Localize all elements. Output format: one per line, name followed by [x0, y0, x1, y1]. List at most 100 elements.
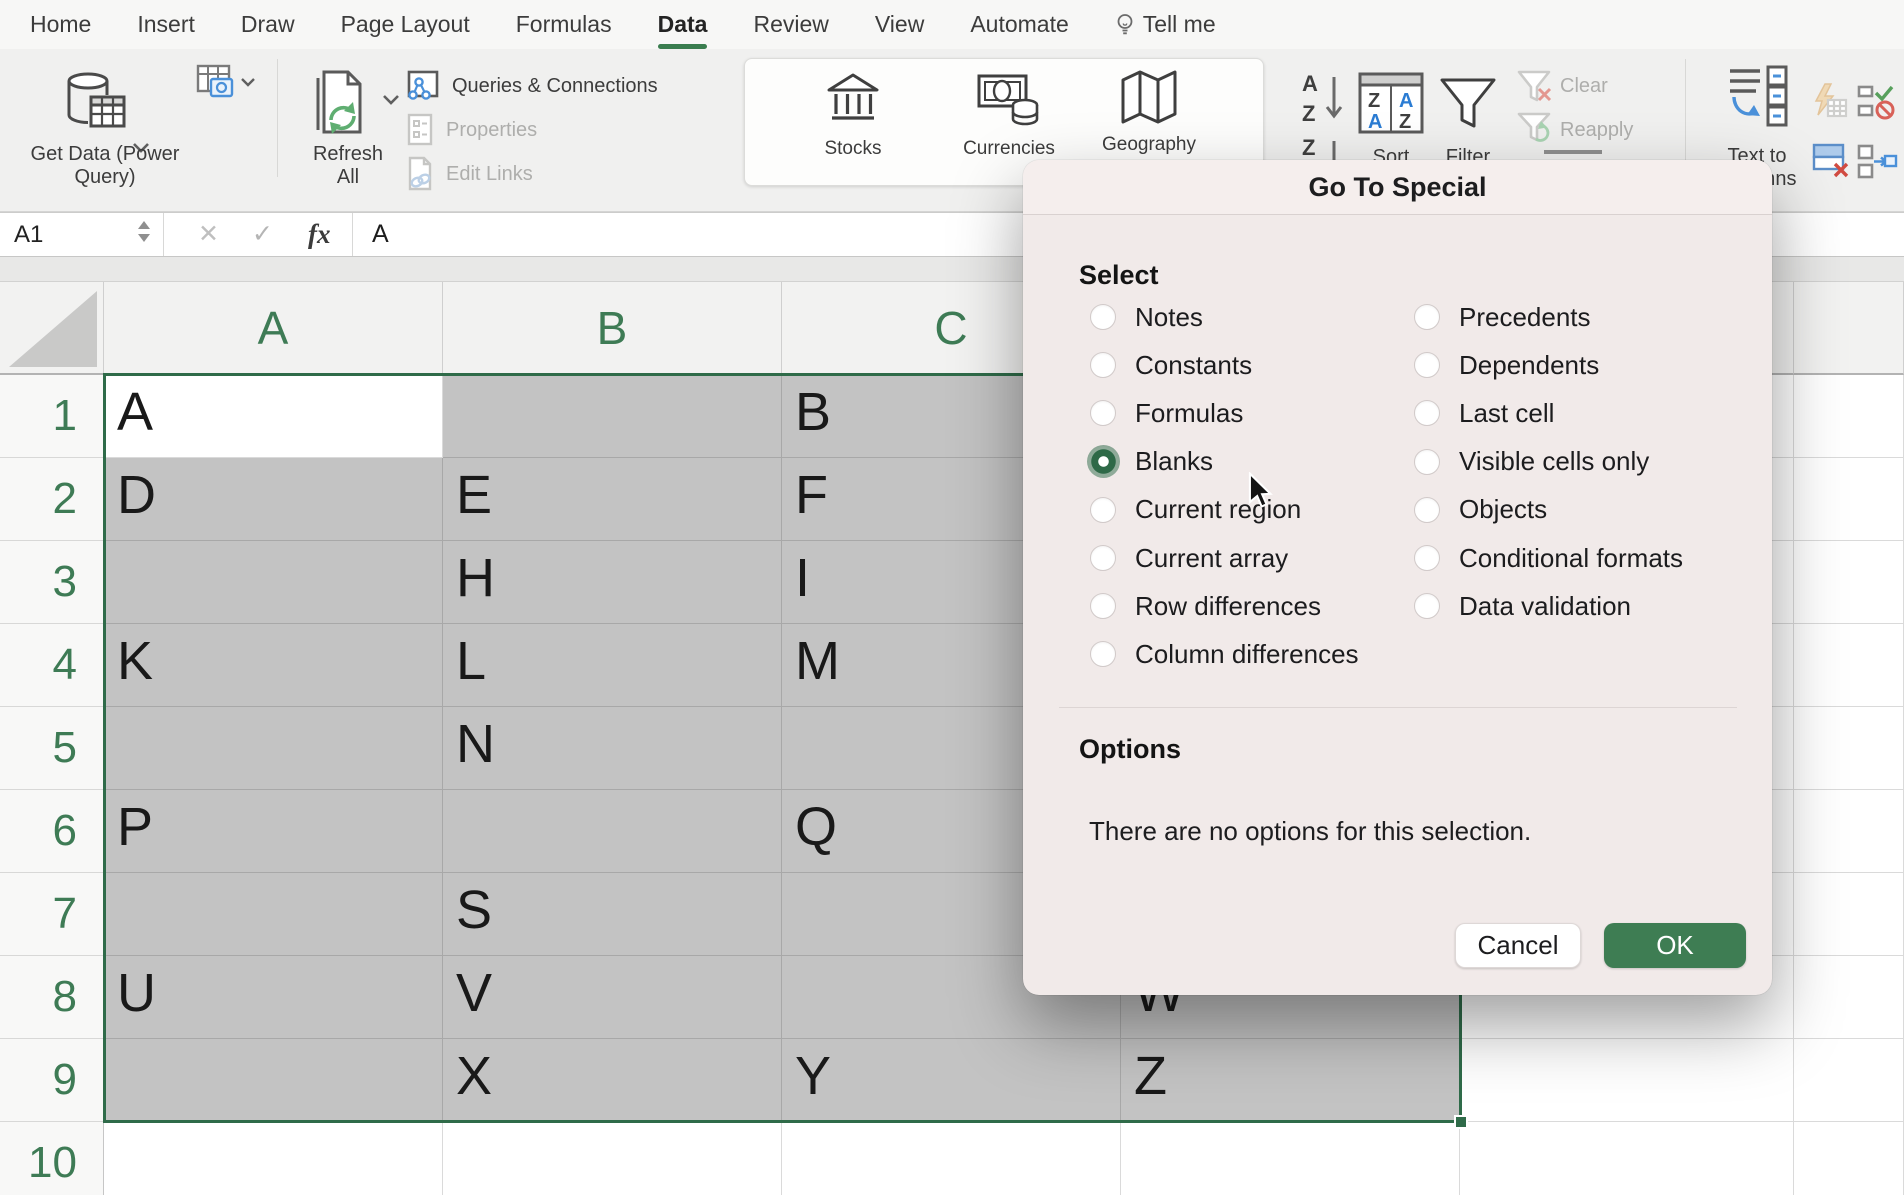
- cell-B6[interactable]: [443, 790, 782, 873]
- cell-C9[interactable]: Y: [782, 1039, 1121, 1122]
- menu-tab-insert[interactable]: Insert: [137, 11, 195, 38]
- row-header-1[interactable]: 1: [0, 375, 104, 458]
- formula-input[interactable]: A: [372, 213, 389, 256]
- column-header-F[interactable]: [1794, 282, 1904, 375]
- radio-option-notes[interactable]: Notes: [1090, 294, 1203, 340]
- cell-A2[interactable]: D: [104, 458, 443, 541]
- cell-E9[interactable]: [1460, 1039, 1794, 1122]
- radio-option-formulas[interactable]: Formulas: [1090, 390, 1243, 436]
- row-header-10[interactable]: 10: [0, 1122, 104, 1195]
- column-header-A[interactable]: A: [104, 282, 443, 375]
- radio-unselected-icon[interactable]: [1090, 593, 1116, 619]
- menu-tab-data[interactable]: Data: [658, 11, 708, 38]
- cell-F6[interactable]: [1794, 790, 1904, 873]
- refresh-all-button[interactable]: [312, 68, 374, 143]
- data-validation-button[interactable]: [1812, 141, 1850, 184]
- cell-A9[interactable]: [104, 1039, 443, 1122]
- cell-C10[interactable]: [782, 1122, 1121, 1195]
- row-header-7[interactable]: 7: [0, 873, 104, 956]
- cell-B1[interactable]: [443, 375, 782, 458]
- cancel-button[interactable]: Cancel: [1455, 923, 1581, 968]
- radio-unselected-icon[interactable]: [1090, 400, 1116, 426]
- menu-tab-view[interactable]: View: [875, 11, 924, 38]
- queries-connections-button[interactable]: Queries & Connections: [406, 68, 658, 104]
- ok-button[interactable]: OK: [1604, 923, 1746, 968]
- row-header-3[interactable]: 3: [0, 541, 104, 624]
- cell-A6[interactable]: P: [104, 790, 443, 873]
- radio-option-current-region[interactable]: Current region: [1090, 487, 1301, 533]
- menu-tab-review[interactable]: Review: [753, 11, 828, 38]
- menu-tab-automate[interactable]: Automate: [970, 11, 1068, 38]
- insert-data-from-picture-button[interactable]: [196, 64, 234, 105]
- cell-B8[interactable]: V: [443, 956, 782, 1039]
- row-header-8[interactable]: 8: [0, 956, 104, 1039]
- cell-B10[interactable]: [443, 1122, 782, 1195]
- cell-B3[interactable]: H: [443, 541, 782, 624]
- cell-A1[interactable]: A: [104, 375, 443, 458]
- cell-F4[interactable]: [1794, 624, 1904, 707]
- cell-B9[interactable]: X: [443, 1039, 782, 1122]
- radio-option-visible-cells-only[interactable]: Visible cells only: [1414, 439, 1649, 485]
- radio-option-data-validation[interactable]: Data validation: [1414, 583, 1631, 629]
- menu-tab-page-layout[interactable]: Page Layout: [341, 11, 470, 38]
- cell-F7[interactable]: [1794, 873, 1904, 956]
- radio-selected-icon[interactable]: [1087, 445, 1120, 478]
- cell-A3[interactable]: [104, 541, 443, 624]
- radio-option-row-differences[interactable]: Row differences: [1090, 583, 1321, 629]
- cell-F10[interactable]: [1794, 1122, 1904, 1195]
- radio-option-current-array[interactable]: Current array: [1090, 535, 1288, 581]
- radio-unselected-icon[interactable]: [1090, 304, 1116, 330]
- radio-option-precedents[interactable]: Precedents: [1414, 294, 1591, 340]
- cell-A4[interactable]: K: [104, 624, 443, 707]
- cell-B2[interactable]: E: [443, 458, 782, 541]
- sort-ascending-button[interactable]: A Z: [1300, 71, 1346, 132]
- radio-unselected-icon[interactable]: [1414, 545, 1440, 571]
- remove-duplicates-button[interactable]: [1856, 81, 1896, 126]
- filter-button[interactable]: [1436, 72, 1500, 141]
- cell-B7[interactable]: S: [443, 873, 782, 956]
- cell-A5[interactable]: [104, 707, 443, 790]
- cell-F5[interactable]: [1794, 707, 1904, 790]
- menu-tab-draw[interactable]: Draw: [241, 11, 295, 38]
- radio-option-objects[interactable]: Objects: [1414, 487, 1547, 533]
- menu-tab-home[interactable]: Home: [30, 11, 91, 38]
- insert-function-icon[interactable]: fx: [308, 213, 331, 256]
- consolidate-button[interactable]: [1856, 143, 1898, 186]
- row-header-5[interactable]: 5: [0, 707, 104, 790]
- cell-E10[interactable]: [1460, 1122, 1794, 1195]
- cell-F1[interactable]: [1794, 375, 1904, 458]
- row-header-4[interactable]: 4: [0, 624, 104, 707]
- radio-unselected-icon[interactable]: [1414, 449, 1440, 475]
- sort-button[interactable]: Z A A Z: [1358, 72, 1424, 141]
- radio-unselected-icon[interactable]: [1414, 352, 1440, 378]
- radio-option-conditional-formats[interactable]: Conditional formats: [1414, 535, 1683, 581]
- picture-chevron-icon[interactable]: [240, 77, 256, 87]
- radio-unselected-icon[interactable]: [1414, 593, 1440, 619]
- refresh-chevron-icon[interactable]: [382, 94, 400, 105]
- radio-unselected-icon[interactable]: [1090, 352, 1116, 378]
- radio-option-dependents[interactable]: Dependents: [1414, 342, 1599, 388]
- cell-A10[interactable]: [104, 1122, 443, 1195]
- cell-F3[interactable]: [1794, 541, 1904, 624]
- cell-D9[interactable]: Z: [1121, 1039, 1460, 1122]
- select-all-corner[interactable]: [0, 282, 104, 375]
- radio-unselected-icon[interactable]: [1090, 641, 1116, 667]
- cell-D10[interactable]: [1121, 1122, 1460, 1195]
- row-header-2[interactable]: 2: [0, 458, 104, 541]
- radio-unselected-icon[interactable]: [1414, 497, 1440, 523]
- radio-option-constants[interactable]: Constants: [1090, 342, 1252, 388]
- radio-unselected-icon[interactable]: [1090, 545, 1116, 571]
- row-header-9[interactable]: 9: [0, 1039, 104, 1122]
- cell-B4[interactable]: L: [443, 624, 782, 707]
- radio-option-column-differences[interactable]: Column differences: [1090, 631, 1359, 677]
- cell-A8[interactable]: U: [104, 956, 443, 1039]
- confirm-entry-icon[interactable]: ✓: [252, 213, 273, 256]
- cell-F8[interactable]: [1794, 956, 1904, 1039]
- row-header-6[interactable]: 6: [0, 790, 104, 873]
- cell-A7[interactable]: [104, 873, 443, 956]
- radio-unselected-icon[interactable]: [1414, 304, 1440, 330]
- cell-F9[interactable]: [1794, 1039, 1904, 1122]
- text-to-columns-button[interactable]: [1726, 63, 1790, 136]
- name-box[interactable]: A1: [14, 213, 43, 256]
- get-data-button[interactable]: [62, 70, 126, 143]
